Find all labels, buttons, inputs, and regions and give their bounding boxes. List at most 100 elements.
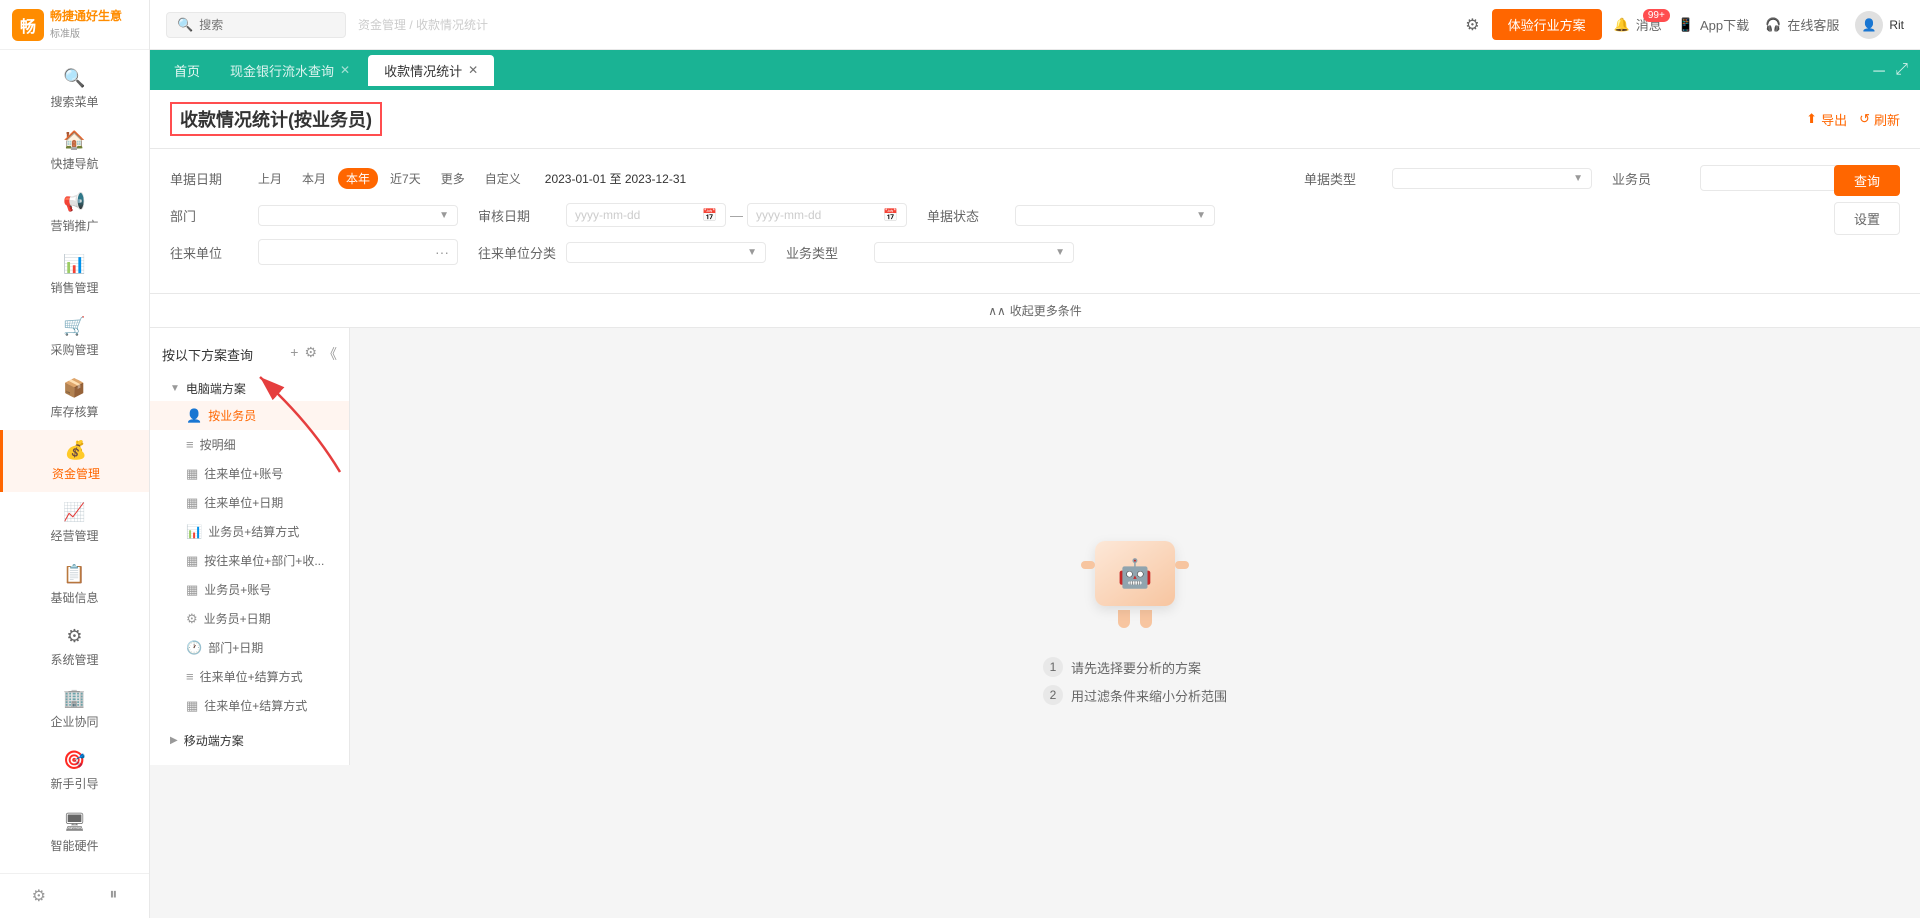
- topbar-center: 资金管理 / 收款情况统计: [358, 16, 1453, 33]
- doc-status-select[interactable]: ▼: [1015, 205, 1215, 226]
- online-service-label: 在线客服: [1787, 15, 1839, 34]
- refresh-icon: ↺: [1859, 111, 1870, 127]
- scheme-header-actions: + ⚙ 《: [290, 344, 337, 364]
- table2-icon: ▦: [186, 466, 198, 482]
- empty-tips: 1 请先选择要分析的方案 2 用过滤条件来缩小分析范围: [1043, 657, 1227, 705]
- scheme-item-unit-settle1[interactable]: ≡ 往来单位+结算方式: [150, 662, 349, 691]
- action-buttons: 查询 设置: [1834, 165, 1900, 235]
- scheme-item-by-salesperson[interactable]: 👤 按业务员: [150, 401, 349, 430]
- tip-num-1: 1: [1043, 657, 1063, 677]
- dept-select[interactable]: ▼: [258, 205, 458, 226]
- scheme-add-btn[interactable]: +: [290, 344, 298, 364]
- counterpart-cat-select[interactable]: ▼: [566, 242, 766, 263]
- desktop-group-title[interactable]: ▼ 电脑端方案: [150, 376, 349, 401]
- desktop-scheme-group: ▼ 电脑端方案 👤 按业务员 ≡ 按明细 ▦: [150, 372, 349, 724]
- collapse-sidebar-icon[interactable]: ⏸: [109, 886, 117, 906]
- scheme-item-unit-account[interactable]: ▦ 往来单位+账号: [150, 459, 349, 488]
- bell-icon: 🔔: [1614, 17, 1630, 33]
- scheme-item-detail[interactable]: ≡ 按明细: [150, 430, 349, 459]
- sidebar-item-guide[interactable]: 🎯 新手引导: [0, 740, 149, 802]
- sidebar-item-marketing[interactable]: 📢 营销推广: [0, 182, 149, 244]
- scheme-item-salesperson-date[interactable]: ⚙ 业务员+日期: [150, 604, 349, 633]
- sidebar-item-enterprise[interactable]: 🏢 企业协同: [0, 678, 149, 740]
- collapse-button[interactable]: ∧∧ 收起更多条件: [988, 302, 1082, 319]
- settings2-icon: ⚙: [186, 611, 198, 627]
- sidebar-item-operations[interactable]: 📈 经营管理: [0, 492, 149, 554]
- notification-group[interactable]: 🔔 消息 99+: [1614, 15, 1662, 34]
- doc-type-select[interactable]: ▼: [1392, 168, 1592, 189]
- table5-icon: ▦: [186, 582, 198, 598]
- search-topbar-icon: 🔍: [177, 17, 193, 33]
- app-download-group[interactable]: 📱 App下载: [1678, 15, 1749, 34]
- settings-button[interactable]: 设置: [1834, 202, 1900, 235]
- doc-type-arrow: ▼: [1573, 173, 1583, 184]
- sidebar-item-finance[interactable]: 💰 资金管理: [0, 430, 149, 492]
- online-service-group[interactable]: 🎧 在线客服: [1765, 15, 1839, 34]
- collapse-bar[interactable]: ∧∧ 收起更多条件: [150, 294, 1920, 328]
- scheme-item-label: 业务员+日期: [204, 610, 271, 627]
- scheme-item-salesperson-settle[interactable]: 📊 业务员+结算方式: [150, 517, 349, 546]
- tab-home[interactable]: 首页: [162, 55, 212, 86]
- date-tab-custom[interactable]: 自定义: [477, 168, 529, 189]
- finance-icon: 💰: [65, 440, 87, 461]
- tab-collection-stat-label: 收款情况统计: [384, 61, 462, 80]
- empty-state: 🤖: [1043, 541, 1227, 705]
- sidebar-item-sales[interactable]: 📊 销售管理: [0, 244, 149, 306]
- date-tab-this-year[interactable]: 本年: [338, 168, 378, 189]
- topbar-settings-icon[interactable]: ⚙: [1465, 15, 1479, 35]
- tab-collection-stat-close[interactable]: ✕: [468, 63, 478, 77]
- settings-footer-icon[interactable]: ⚙: [32, 886, 46, 906]
- tab-maximize-icon[interactable]: ⤢: [1895, 61, 1908, 79]
- counterpart-more-btn[interactable]: ···: [435, 244, 449, 260]
- biz-type-select[interactable]: ▼: [874, 242, 1074, 263]
- refresh-button[interactable]: ↺ 刷新: [1859, 110, 1900, 129]
- biz-type-arrow: ▼: [1055, 247, 1065, 258]
- clock-icon: 🕐: [186, 640, 202, 656]
- counterpart-label: 往来单位: [170, 243, 250, 262]
- review-date-label: 审核日期: [478, 206, 558, 225]
- query-button[interactable]: 查询: [1834, 165, 1900, 196]
- sidebar-item-search[interactable]: 🔍 搜索菜单: [0, 58, 149, 120]
- tab-cash-flow[interactable]: 现金银行流水查询 ✕: [214, 55, 366, 86]
- sidebar-item-basicinfo[interactable]: 📋 基础信息: [0, 554, 149, 616]
- scheme-item-unit-date[interactable]: ▦ 往来单位+日期: [150, 488, 349, 517]
- system-icon: ⚙: [66, 626, 82, 647]
- sidebar-item-inventory[interactable]: 📦 库存核算: [0, 368, 149, 430]
- date-dash: —: [730, 208, 743, 223]
- search-input[interactable]: [199, 18, 319, 32]
- sidebar-item-wechat[interactable]: 💬 企业微信: [0, 864, 149, 873]
- calendar-to-icon[interactable]: 📅: [883, 208, 898, 222]
- tab-minimize-icon[interactable]: －: [1871, 58, 1887, 82]
- tab-collection-stat[interactable]: 收款情况统计 ✕: [368, 55, 494, 86]
- review-date-to[interactable]: yyyy-mm-dd 📅: [747, 203, 907, 227]
- data-area: 🤖: [350, 328, 1920, 765]
- scheme-settings-btn[interactable]: ⚙: [304, 344, 317, 364]
- trial-button[interactable]: 体验行业方案: [1492, 9, 1602, 40]
- scheme-item-unit-dept-collect[interactable]: ▦ 按往来单位+部门+收...: [150, 546, 349, 575]
- date-range-display: 2023-01-01 至 2023-12-31: [545, 170, 686, 187]
- doc-type-filter-label: 单据类型: [1304, 169, 1384, 188]
- sidebar-item-hardware[interactable]: 🖥 智能硬件: [0, 802, 149, 864]
- scheme-header-label: 按以下方案查询: [162, 345, 253, 364]
- mobile-group-title[interactable]: ▶ 移动端方案: [150, 728, 349, 753]
- scheme-item-salesperson-account[interactable]: ▦ 业务员+账号: [150, 575, 349, 604]
- date-tab-more[interactable]: 更多: [433, 168, 473, 189]
- sidebar-item-quicknav[interactable]: 🏠 快捷导航: [0, 120, 149, 182]
- tab-cash-flow-close[interactable]: ✕: [340, 63, 350, 77]
- topbar-search[interactable]: 🔍: [166, 12, 346, 38]
- date-tab-last-month[interactable]: 上月: [250, 168, 290, 189]
- page-title: 收款情况统计(按业务员): [170, 102, 382, 136]
- user-profile[interactable]: 👤 Rit: [1855, 11, 1904, 39]
- date-tab-this-month[interactable]: 本月: [294, 168, 334, 189]
- tip-text-1: 请先选择要分析的方案: [1071, 658, 1201, 677]
- review-date-from[interactable]: yyyy-mm-dd 📅: [566, 203, 726, 227]
- date-tab-7days[interactable]: 近7天: [382, 168, 429, 189]
- scheme-collapse-btn[interactable]: 《: [323, 344, 337, 364]
- sidebar-item-purchase[interactable]: 🛒 采购管理: [0, 306, 149, 368]
- scheme-item-unit-settle2[interactable]: ▦ 往来单位+结算方式: [150, 691, 349, 720]
- calendar-from-icon[interactable]: 📅: [702, 208, 717, 222]
- scheme-item-dept-date[interactable]: 🕐 部门+日期: [150, 633, 349, 662]
- export-button[interactable]: ⬆ 导出: [1806, 110, 1847, 129]
- sidebar-item-system[interactable]: ⚙ 系统管理: [0, 616, 149, 678]
- counterpart-select[interactable]: ···: [258, 239, 458, 265]
